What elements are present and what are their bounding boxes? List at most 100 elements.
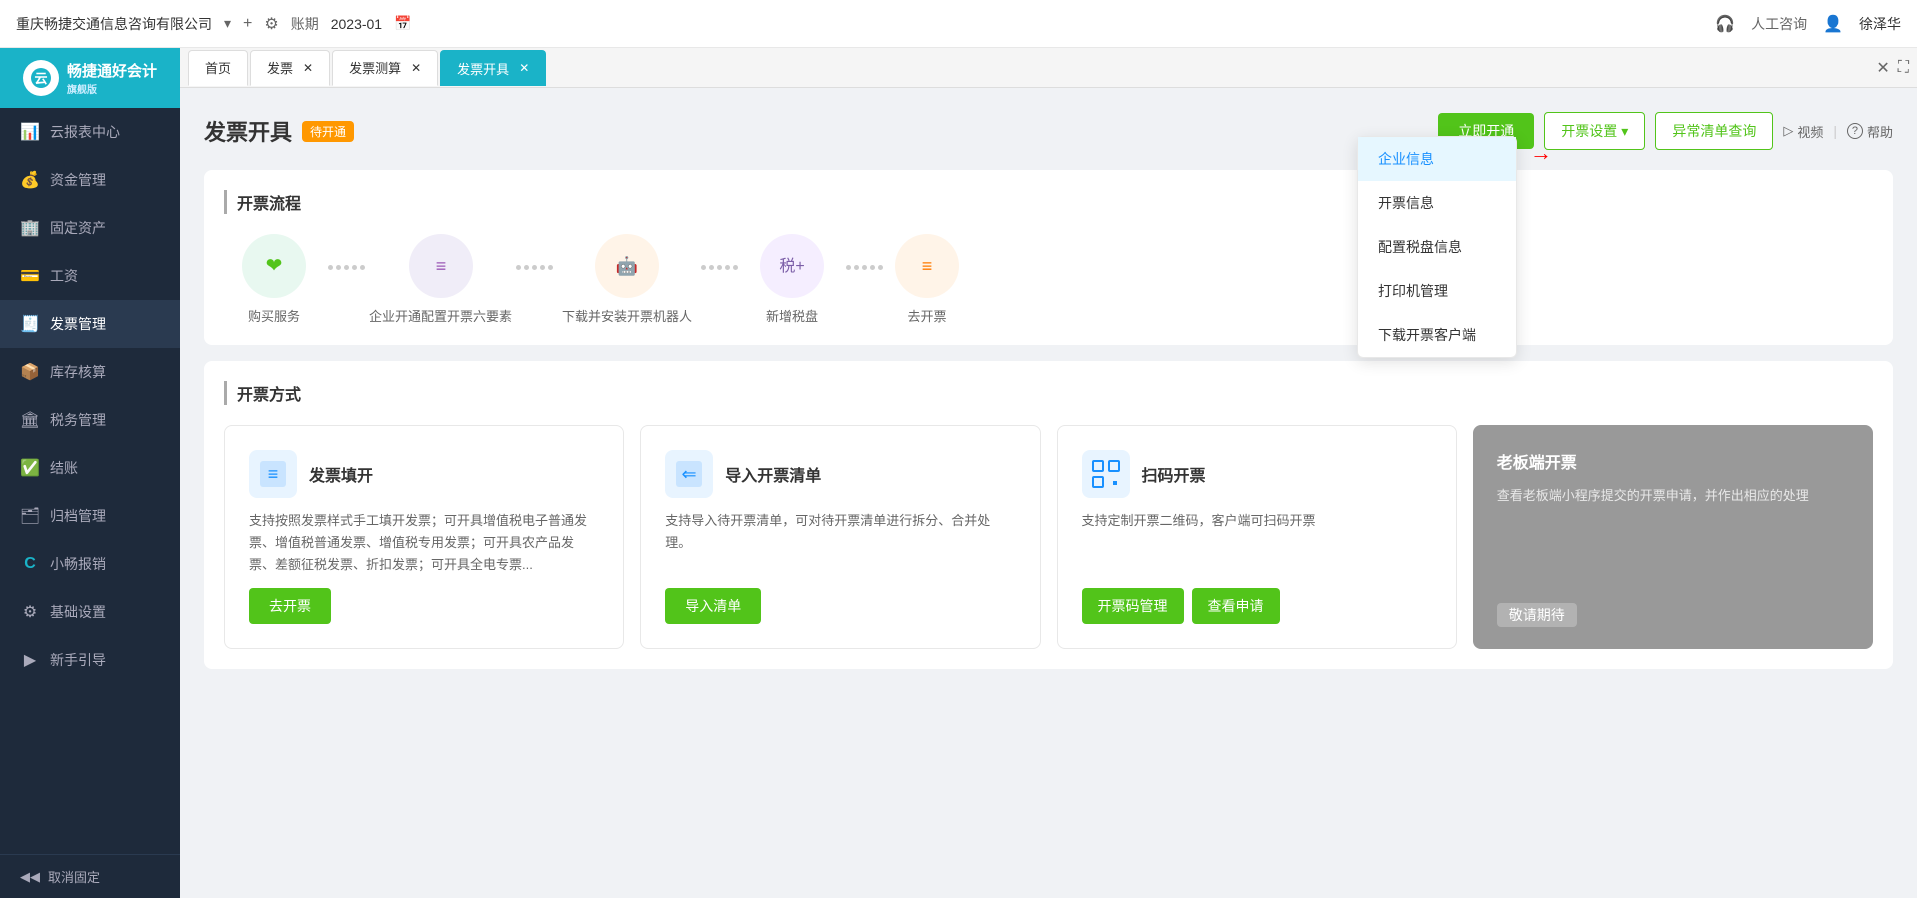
boss-card-desc: 查看老板端小程序提交的开票申请，并作出相应的处理: [1497, 485, 1849, 507]
sidebar-item-label: 基础设置: [50, 602, 106, 622]
flow-step-download-icon: 🤖: [595, 234, 659, 298]
billing-card-fill: ≡ 发票填开 支持按照发票样式手工填开发票；可开具增值税电子普通发票、增值税普通…: [224, 425, 624, 649]
help-label: 帮助: [1867, 122, 1893, 141]
gudingzichan-icon: 🏢: [20, 218, 40, 238]
logo-icon: 云: [23, 60, 59, 96]
settings-button-label: 开票设置: [1561, 121, 1617, 141]
flow-step-addtax-icon: 税+: [760, 234, 824, 298]
flow-step-addtax-label: 新增税盘: [766, 306, 818, 325]
billing-card-scan: 扫码开票 支持定制开票二维码，客户端可扫码开票 开票码管理 查看申请: [1057, 425, 1457, 649]
jichushezhi-icon: ⚙: [20, 602, 40, 622]
tab-fullscreen-button[interactable]: ⛶: [1898, 59, 1909, 77]
sidebar-item-xinshouyindao[interactable]: ▶ 新手引导: [0, 636, 180, 684]
sidebar-item-label: 资金管理: [50, 170, 106, 190]
dropdown-item-invoice-info[interactable]: 开票信息: [1358, 181, 1516, 225]
support-label[interactable]: 人工咨询: [1751, 14, 1807, 34]
sidebar-item-xiaochang[interactable]: C 小畅报销: [0, 540, 180, 588]
help-button[interactable]: ? 帮助: [1847, 122, 1893, 141]
tab-fapiaocesuan-label: 发票测算: [349, 58, 401, 77]
calendar-icon[interactable]: 📅: [394, 15, 411, 32]
sidebar-bottom-cancel[interactable]: ◀◀ 取消固定: [0, 854, 180, 898]
sidebar-item-label: 发票管理: [50, 314, 106, 334]
svg-text:税+: 税+: [779, 257, 804, 275]
svg-text:🤖: 🤖: [616, 255, 638, 276]
flow-step-invoice-icon: ≡: [895, 234, 959, 298]
fill-card-button[interactable]: 去开票: [249, 588, 331, 624]
scan-card-button2[interactable]: 查看申请: [1192, 588, 1280, 624]
scan-card-icon: [1082, 450, 1130, 498]
page-header: 发票开具 待开通 立即开通 开票设置 ▾ 异常清单查询 ▷: [204, 112, 1893, 150]
flow-title: 开票流程: [224, 190, 1873, 214]
fill-card-icon: ≡: [249, 450, 297, 498]
svg-text:❤: ❤: [266, 255, 283, 277]
add-tab-button[interactable]: +: [243, 15, 252, 33]
sidebar-item-guidang[interactable]: 🗂 归档管理: [0, 492, 180, 540]
sidebar-item-zijin[interactable]: 💰 资金管理: [0, 156, 180, 204]
tab-close-all-button[interactable]: ✕: [1876, 58, 1889, 78]
page-title: 发票开具: [204, 115, 292, 147]
sidebar-item-fapiao[interactable]: 🧾 发票管理: [0, 300, 180, 348]
tab-fapiaocesuan[interactable]: 发票测算 ✕: [332, 50, 438, 86]
gongzi-icon: 💳: [20, 266, 40, 286]
import-card-desc: 支持导入待开票清单，可对待开票清单进行拆分、合并处理。: [665, 510, 1015, 554]
dropdown-item-printer[interactable]: 打印机管理: [1358, 269, 1516, 313]
anomaly-button[interactable]: 异常清单查询: [1655, 112, 1773, 150]
tab-fapiaocesuan-close[interactable]: ✕: [411, 61, 421, 75]
xinshouyindao-icon: ▶: [20, 650, 40, 670]
help-icon: ?: [1847, 123, 1863, 139]
user-name[interactable]: 徐泽华: [1859, 14, 1901, 34]
tab-bar: 首页 发票 ✕ 发票测算 ✕ 发票开具 ✕ ✕ ⛶: [180, 48, 1917, 88]
settings-icon[interactable]: ⚙: [264, 14, 278, 34]
video-button[interactable]: ▷ 视频: [1783, 122, 1823, 141]
tab-fapiao-label: 发票: [267, 58, 293, 77]
sidebar-item-label: 税务管理: [50, 410, 106, 430]
dropdown-item-tax-config[interactable]: 配置税盘信息: [1358, 225, 1516, 269]
tab-fapiaokaiqu-close[interactable]: ✕: [519, 61, 529, 75]
methods-title: 开票方式: [224, 381, 1873, 405]
fapiao-icon: 🧾: [20, 314, 40, 334]
dropdown-icon[interactable]: ▾: [224, 15, 231, 32]
tab-fapiao[interactable]: 发票 ✕: [250, 50, 330, 86]
flow-step-buy-label: 购买服务: [248, 306, 300, 325]
tab-fapiao-close[interactable]: ✕: [303, 61, 313, 75]
sidebar-item-label: 工资: [50, 266, 78, 286]
svg-text:≡: ≡: [268, 464, 279, 484]
scan-card-button[interactable]: 开票码管理: [1082, 588, 1184, 624]
sidebar-item-label: 库存核算: [50, 362, 106, 382]
billing-card-import: ⇐ 导入开票清单 支持导入待开票清单，可对待开票清单进行拆分、合并处理。 导入清…: [640, 425, 1040, 649]
tab-fapiaokaiqu[interactable]: 发票开具 ✕: [440, 50, 546, 86]
tab-home-label: 首页: [205, 58, 231, 77]
video-label: 视频: [1797, 122, 1823, 141]
import-card-button[interactable]: 导入清单: [665, 588, 761, 624]
svg-text:≡: ≡: [922, 256, 933, 276]
sidebar-item-label: 新手引导: [50, 650, 106, 670]
sidebar-logo: 云 畅捷通好会计 旗舰版: [0, 48, 180, 108]
tab-fapiaokaiqu-label: 发票开具: [457, 59, 509, 78]
anomaly-button-label: 异常清单查询: [1672, 121, 1756, 141]
sidebar-item-jichushezhi[interactable]: ⚙ 基础设置: [0, 588, 180, 636]
sidebar-nav: 📊 云报表中心 💰 资金管理 🏢 固定资产 💳 工资 🧾 发票管理 📦: [0, 108, 180, 854]
page-content: 发票开具 待开通 立即开通 开票设置 ▾ 异常清单查询 ▷: [180, 88, 1917, 898]
fill-card-title: 发票填开: [309, 462, 373, 486]
settings-button[interactable]: 开票设置 ▾: [1544, 112, 1645, 150]
sidebar-item-kucun[interactable]: 📦 库存核算: [0, 348, 180, 396]
sidebar-item-label: 固定资产: [50, 218, 106, 238]
play-icon: ▷: [1783, 123, 1793, 139]
sidebar-item-yunbao[interactable]: 📊 云报表中心: [0, 108, 180, 156]
sidebar-item-label: 小畅报销: [50, 554, 106, 574]
svg-text:⇐: ⇐: [682, 464, 697, 484]
settings-dropdown: ← 企业信息 开票信息 配置税盘信息 打印机管理 下载开票客户端: [1357, 136, 1517, 358]
dropdown-item-company-info[interactable]: 企业信息: [1358, 137, 1516, 181]
sidebar-item-shuiwu[interactable]: 🏛 税务管理: [0, 396, 180, 444]
period-value: 2023-01: [331, 16, 382, 32]
tab-home[interactable]: 首页: [188, 50, 248, 86]
sidebar-item-gudingzichan[interactable]: 🏢 固定资产: [0, 204, 180, 252]
dropdown-item-download-client[interactable]: 下载开票客户端: [1358, 313, 1516, 357]
sidebar-item-gongzi[interactable]: 💳 工资: [0, 252, 180, 300]
flow-step-invoice-label: 去开票: [908, 306, 947, 325]
scan-card-title: 扫码开票: [1142, 462, 1206, 486]
boss-card-title: 老板端开票: [1497, 449, 1577, 473]
sidebar-item-jiezhang[interactable]: ✅ 结账: [0, 444, 180, 492]
flow-section: 开票流程 ❤ 购买服务: [204, 170, 1893, 345]
status-badge: 待开通: [302, 121, 354, 142]
